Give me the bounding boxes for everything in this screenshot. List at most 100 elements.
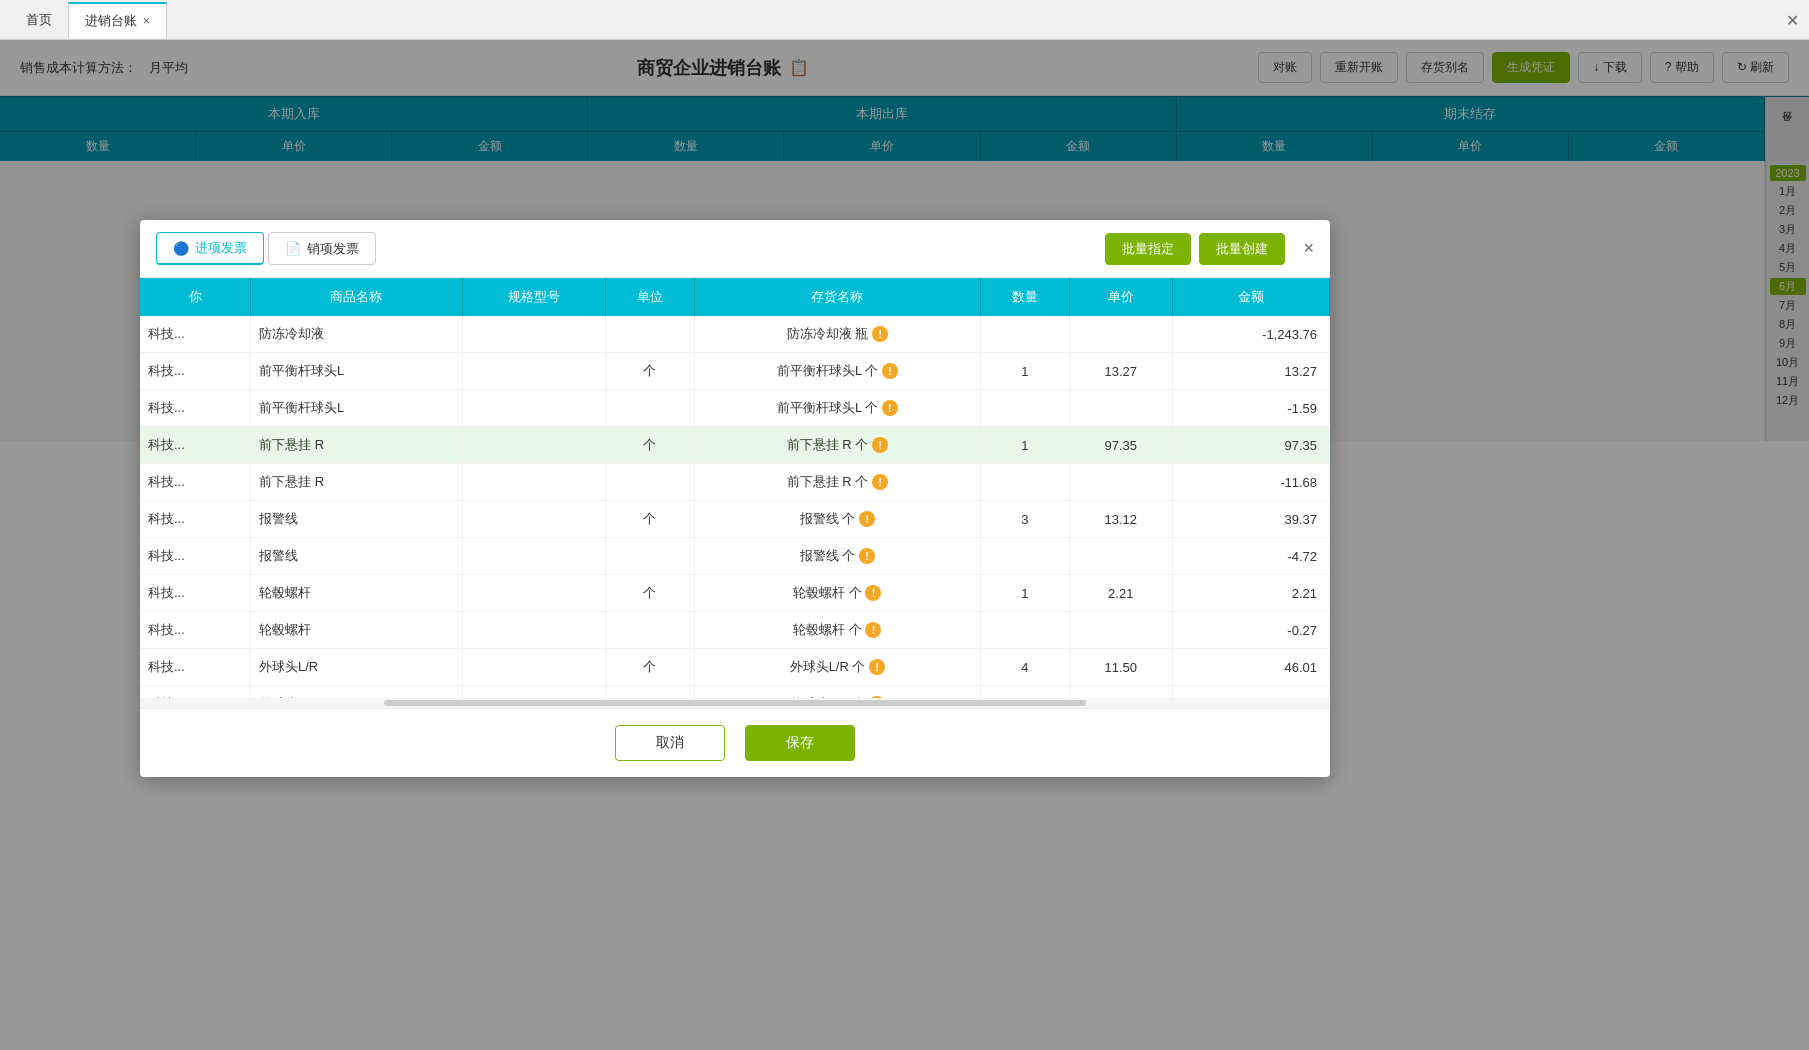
table-cell: 39.37 (1172, 501, 1329, 538)
table-row: 科技...防冻冷却液防冻冷却液 瓶 !-1,243.76 (140, 316, 1330, 353)
table-cell: 报警线 (251, 538, 463, 575)
table-cell: 前下悬挂 R (251, 464, 463, 501)
table-cell: 防冻冷却液 瓶 ! (694, 316, 980, 353)
tab-active-label: 进销台账 (85, 12, 137, 30)
table-row: 科技...轮毂螺杆轮毂螺杆 个 !-0.27 (140, 612, 1330, 649)
table-cell (605, 464, 694, 501)
window-close-icon[interactable]: ✕ (1786, 10, 1799, 29)
dialog-table-header-row: 你 商品名称 规格型号 单位 存货名称 数量 单价 金额 (140, 278, 1330, 316)
table-cell: 个 (605, 501, 694, 538)
table-cell (1069, 390, 1172, 427)
table-cell (1069, 464, 1172, 501)
col-header-qty: 数量 (980, 278, 1069, 316)
col-header-vendor: 你 (140, 278, 251, 316)
warning-icon: ! (869, 659, 885, 675)
table-cell (605, 316, 694, 353)
table-cell (605, 390, 694, 427)
tab-bar: 首页 进销台账 × ✕ (0, 0, 1809, 40)
table-cell: 科技... (140, 316, 251, 353)
table-row: 科技...轮毂螺杆个轮毂螺杆 个 !12.212.21 (140, 575, 1330, 612)
dialog-close-icon[interactable]: × (1303, 238, 1314, 259)
incoming-icon: 🔵 (173, 241, 189, 256)
table-cell (462, 649, 605, 686)
dialog-table-container[interactable]: 你 商品名称 规格型号 单位 存货名称 数量 单价 金额 科技...防冻冷却液防… (140, 278, 1330, 708)
table-cell: 科技... (140, 353, 251, 390)
table-cell: 个 (605, 575, 694, 612)
table-cell: 13.27 (1069, 353, 1172, 390)
table-cell (462, 464, 605, 501)
table-cell: 轮毂螺杆 (251, 575, 463, 612)
table-cell: 个 (605, 353, 694, 390)
table-cell: 轮毂螺杆 个 ! (694, 575, 980, 612)
table-row: 科技...报警线报警线 个 !-4.72 (140, 538, 1330, 575)
table-cell: 轮毂螺杆 个 ! (694, 612, 980, 649)
dialog-table-body: 科技...防冻冷却液防冻冷却液 瓶 !-1,243.76科技...前平衡杆球头L… (140, 316, 1330, 708)
table-row: 科技...前下悬挂 R个前下悬挂 R 个 !197.3597.35 (140, 427, 1330, 464)
warning-icon: ! (859, 548, 875, 564)
main-area: 销售成本计算方法： 月平均 商贸企业进销台账 📋 对账 重新开账 存货别名 生成… (0, 40, 1809, 1050)
dialog-tabs: 🔵 进项发票 📄 销项发票 (156, 232, 376, 265)
table-cell: 前平衡杆球头L 个 ! (694, 390, 980, 427)
table-cell: 外球头L/R (251, 649, 463, 686)
table-cell (462, 538, 605, 575)
col-header-amount: 金额 (1172, 278, 1329, 316)
table-cell: 科技... (140, 464, 251, 501)
table-cell: 11.50 (1069, 649, 1172, 686)
table-cell: 前平衡杆球头L (251, 353, 463, 390)
table-row: 科技...前下悬挂 R 前下悬挂 R 个 ! -11.68 (140, 464, 1330, 501)
table-cell: 前下悬挂 R 个 ! (694, 464, 980, 501)
table-cell: -0.27 (1172, 612, 1329, 649)
batch-assign-button[interactable]: 批量指定 (1105, 233, 1191, 265)
table-cell: 科技... (140, 612, 251, 649)
tab-active[interactable]: 进销台账 × (68, 2, 167, 38)
table-cell: 科技... (140, 427, 251, 464)
dialog-header-actions: 批量指定 批量创建 × (1105, 233, 1314, 265)
table-cell (980, 538, 1069, 575)
table-cell: 报警线 个 ! (694, 501, 980, 538)
tab-close-icon[interactable]: × (143, 14, 150, 28)
warning-icon: ! (872, 474, 888, 490)
table-cell: -1.59 (1172, 390, 1329, 427)
cancel-button[interactable]: 取消 (615, 725, 725, 761)
table-row: 科技...外球头L/R个外球头L/R 个 !411.5046.01 (140, 649, 1330, 686)
table-cell (1069, 316, 1172, 353)
warning-icon: ! (882, 400, 898, 416)
table-cell: 前下悬挂 R (251, 427, 463, 464)
table-cell: -11.68 (1172, 464, 1329, 501)
table-cell: 2.21 (1069, 575, 1172, 612)
dialog-footer: 取消 保存 (140, 708, 1330, 777)
save-button[interactable]: 保存 (745, 725, 855, 761)
table-cell: 前平衡杆球头L (251, 390, 463, 427)
dialog-table-head: 你 商品名称 规格型号 单位 存货名称 数量 单价 金额 (140, 278, 1330, 316)
table-cell: 13.27 (1172, 353, 1329, 390)
outgoing-icon: 📄 (285, 241, 301, 256)
table-cell (462, 501, 605, 538)
table-cell: 1 (980, 575, 1069, 612)
batch-create-button[interactable]: 批量创建 (1199, 233, 1285, 265)
table-cell (980, 464, 1069, 501)
table-cell (462, 316, 605, 353)
table-cell: 1 (980, 353, 1069, 390)
warning-icon: ! (872, 437, 888, 453)
tab-home[interactable]: 首页 (10, 3, 68, 37)
table-cell: 报警线 个 ! (694, 538, 980, 575)
table-cell (980, 316, 1069, 353)
table-cell: 前下悬挂 R 个 ! (694, 427, 980, 464)
table-cell (605, 612, 694, 649)
col-header-product-name: 商品名称 (251, 278, 463, 316)
table-cell: 科技... (140, 501, 251, 538)
tab-outgoing-invoice[interactable]: 📄 销项发票 (268, 232, 376, 265)
warning-icon: ! (859, 511, 875, 527)
tab-incoming-invoice[interactable]: 🔵 进项发票 (156, 232, 264, 265)
col-header-inventory: 存货名称 (694, 278, 980, 316)
col-header-spec: 规格型号 (462, 278, 605, 316)
dialog: 🔵 进项发票 📄 销项发票 批量指定 批量创建 × 你 商 (140, 220, 1330, 777)
dialog-header: 🔵 进项发票 📄 销项发票 批量指定 批量创建 × (140, 220, 1330, 278)
table-cell: 46.01 (1172, 649, 1329, 686)
table-cell: 科技... (140, 575, 251, 612)
horizontal-scrollbar[interactable] (384, 700, 1086, 706)
table-cell: 科技... (140, 390, 251, 427)
col-header-unit: 单位 (605, 278, 694, 316)
table-cell: 个 (605, 427, 694, 464)
table-cell (462, 612, 605, 649)
